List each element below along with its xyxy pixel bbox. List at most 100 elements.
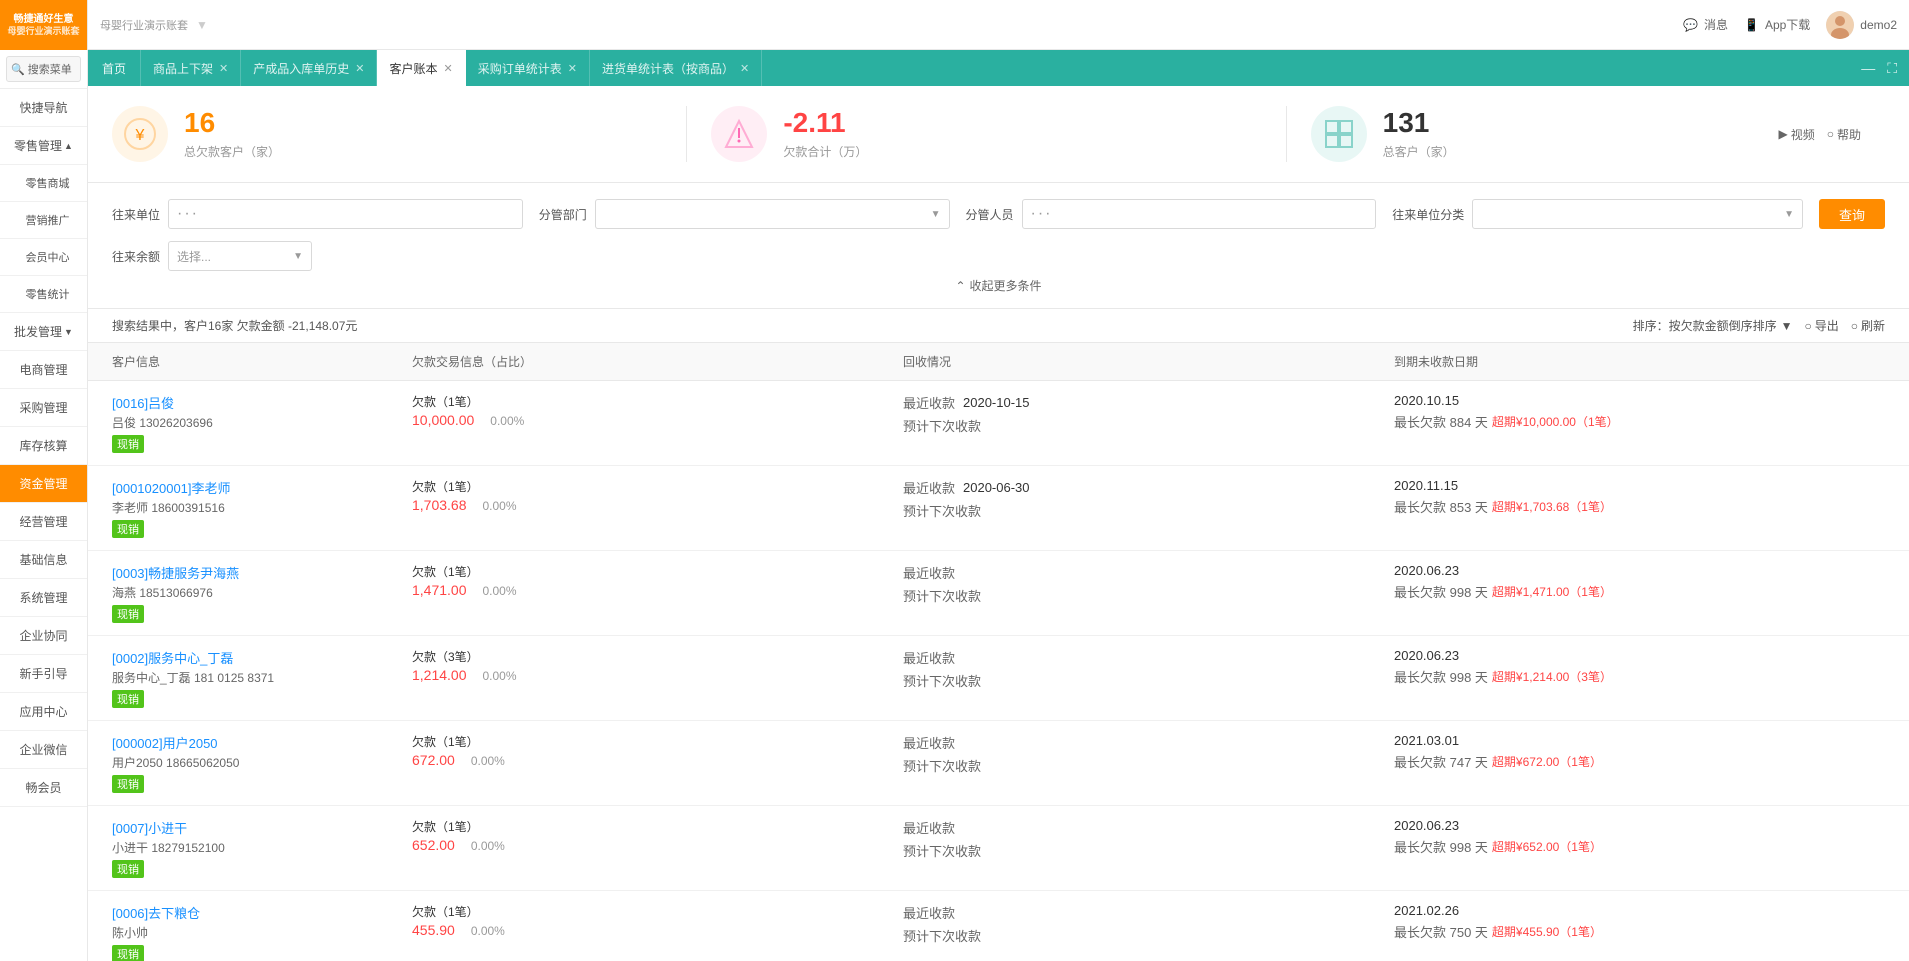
tab-close-products[interactable]: ✕ (219, 62, 228, 75)
overdue-link[interactable]: 超期¥672.00（1笔） (1492, 753, 1602, 770)
tab-inbound[interactable]: 产成品入库单历史 ✕ (241, 50, 377, 86)
tab-close-inbound-stats[interactable]: ✕ (740, 62, 749, 75)
debt-info-cell: 欠款（1笔） 10,000.00 0.00% (412, 393, 903, 428)
chevron-down-icon: ▼ (1781, 319, 1793, 333)
sidebar-item-wholesale-mgmt[interactable]: 批发管理 ▼ (0, 313, 87, 351)
customer-name[interactable]: [0003]畅捷服务尹海燕 (112, 563, 412, 582)
sidebar-item-operations[interactable]: 经营管理 (0, 503, 87, 541)
col-overdue-date: 到期未收款日期 (1394, 353, 1885, 370)
customer-tag: 现销 (112, 520, 144, 538)
sort-selector[interactable]: 排序：按欠款金额倒序排序 ▼ (1633, 317, 1793, 334)
customer-name[interactable]: [0007]小进干 (112, 818, 412, 837)
overdue-link[interactable]: 超期¥455.90（1笔） (1492, 923, 1602, 940)
overdue-link[interactable]: 超期¥1,703.68（1笔） (1492, 498, 1612, 515)
payment-info-cell: 最近收款 预计下次收款 (903, 563, 1394, 605)
balance-select[interactable]: 选择... ▼ (168, 241, 312, 271)
overdue-link[interactable]: 超期¥10,000.00（1笔） (1492, 413, 1619, 430)
tab-close-inbound[interactable]: ✕ (355, 62, 364, 75)
chevron-down-icon: ▼ (293, 251, 303, 262)
chevron-down-icon: ▼ (931, 209, 941, 220)
tab-expand-btn[interactable]: ⛶ (1883, 58, 1901, 79)
help-btn[interactable]: ○ 帮助 (1827, 126, 1861, 143)
payment-info-cell: 最近收款 预计下次收款 (903, 903, 1394, 945)
search-menu-button[interactable]: 🔍 搜索菜单 (6, 56, 81, 82)
tab-close-customer-ledger[interactable]: ✕ (444, 62, 453, 75)
sidebar-item-marketing[interactable]: 营销推广 (0, 202, 87, 239)
debt-ratio: 0.00% (490, 414, 524, 428)
sidebar-item-basic-info[interactable]: 基础信息 (0, 541, 87, 579)
debt-total: -2.11 (783, 108, 867, 139)
customer-tag: 现销 (112, 860, 144, 878)
sidebar-item-quick-nav[interactable]: 快捷导航 (0, 89, 87, 127)
customer-name[interactable]: [000002]用户2050 (112, 733, 412, 752)
debt-amount: 10,000.00 (412, 412, 474, 428)
tab-purchase-stats[interactable]: 采购订单统计表 ✕ (466, 50, 590, 86)
app-download-btn[interactable]: 📱 App下载 (1744, 16, 1810, 33)
dept-select[interactable]: ▼ (595, 199, 950, 229)
filter-category: 往来单位分类 ▼ (1392, 199, 1803, 229)
customer-name[interactable]: [0016]吕俊 (112, 393, 412, 412)
tab-close-purchase-stats[interactable]: ✕ (568, 62, 577, 75)
video-btn[interactable]: ▶ 视频 (1778, 126, 1814, 143)
overdue-link[interactable]: 超期¥1,214.00（3笔） (1492, 668, 1612, 685)
export-btn[interactable]: ○ 导出 (1804, 317, 1838, 334)
topbar-right: 💬 消息 📱 App下载 demo2 (1683, 11, 1897, 39)
tab-products[interactable]: 商品上下架 ✕ (141, 50, 241, 86)
overdue-info-cell: 2020.10.15 最长欠款 884 天 超期¥10,000.00（1笔） (1394, 393, 1885, 431)
sidebar-item-guide[interactable]: 新手引导 (0, 655, 87, 693)
filter-toggle-btn[interactable]: ⌃ 收起更多条件 (112, 271, 1885, 300)
refresh-btn[interactable]: ○ 刷新 (1851, 317, 1885, 334)
sidebar-item-app-center[interactable]: 应用中心 (0, 693, 87, 731)
sidebar-item-member-club[interactable]: 畅会员 (0, 769, 87, 807)
customer-sub: 用户2050 18665062050 (112, 754, 412, 771)
debt-info-cell: 欠款（1笔） 1,471.00 0.00% (412, 563, 903, 598)
person-input[interactable]: ··· (1022, 199, 1377, 229)
tab-inbound-stats[interactable]: 进货单统计表（按商品） ✕ (590, 50, 762, 86)
sidebar-item-retail-mall[interactable]: 零售商城 (0, 165, 87, 202)
customer-name[interactable]: [0006]去下粮仓 (112, 903, 412, 922)
sort-label: 排序：按欠款金额倒序排序 (1633, 317, 1777, 334)
sidebar-item-collaboration[interactable]: 企业协同 (0, 617, 87, 655)
topbar-left: 母婴行业演示账套 ▼ (100, 17, 208, 33)
tab-home[interactable]: 首页 (88, 50, 141, 86)
stat-card-total-customers: 131 总客户（家） ▶ 视频 ○ 帮助 (1287, 106, 1885, 162)
sidebar-item-members[interactable]: 会员中心 (0, 239, 87, 276)
page-content: ¥ 16 总欠款客户（家） -2.11 欠款合计（万） (88, 86, 1909, 961)
partner-input[interactable]: ··· (168, 199, 523, 229)
mobile-icon: 📱 (1744, 18, 1759, 32)
stat-card-debt-total: -2.11 欠款合计（万） (687, 106, 1286, 162)
customer-name[interactable]: [0001020001]李老师 (112, 478, 412, 497)
tab-customer-ledger[interactable]: 客户账本 ✕ (377, 50, 465, 86)
total-customers-count: 131 (1383, 108, 1455, 139)
sidebar-item-enterprise-wechat[interactable]: 企业微信 (0, 731, 87, 769)
customer-info-cell: [0003]畅捷服务尹海燕 海燕 18513066976 现销 (112, 563, 412, 623)
main-content: 母婴行业演示账套 ▼ 💬 消息 📱 App下载 demo2 首页 (88, 0, 1909, 961)
overdue-link[interactable]: 超期¥652.00（1笔） (1492, 838, 1602, 855)
table-header: 客户信息 欠款交易信息（占比） 回收情况 到期未收款日期 (88, 343, 1909, 381)
sidebar-item-retail-stats[interactable]: 零售统计 (0, 276, 87, 313)
sidebar-item-system[interactable]: 系统管理 (0, 579, 87, 617)
sidebar-item-inventory[interactable]: 库存核算 (0, 427, 87, 465)
sidebar-item-finance[interactable]: 资金管理 (0, 465, 87, 503)
query-button[interactable]: 查询 (1819, 199, 1885, 229)
debt-icon (711, 106, 767, 162)
customer-info-cell: [0002]服务中心_丁磊 服务中心_丁磊 181 0125 8371 现销 (112, 648, 412, 708)
video-icon: ▶ (1778, 127, 1787, 141)
sidebar-item-ecommerce[interactable]: 电商管理 (0, 351, 87, 389)
customer-info-cell: [000002]用户2050 用户2050 18665062050 现销 (112, 733, 412, 793)
debt-info-cell: 欠款（1笔） 455.90 0.00% (412, 903, 903, 938)
overdue-link[interactable]: 超期¥1,471.00（1笔） (1492, 583, 1612, 600)
avatar (1826, 11, 1854, 39)
tab-collapse-btn[interactable]: — (1857, 58, 1879, 78)
overdue-info-cell: 2020.11.15 最长欠款 853 天 超期¥1,703.68（1笔） (1394, 478, 1885, 516)
user-menu[interactable]: demo2 (1826, 11, 1897, 39)
total-customers-label: 总客户（家） (1383, 143, 1455, 160)
debt-label: 欠款合计（万） (783, 143, 867, 160)
customer-name[interactable]: [0002]服务中心_丁磊 (112, 648, 412, 667)
message-btn[interactable]: 💬 消息 (1683, 16, 1728, 33)
sidebar-item-retail-mgmt[interactable]: 零售管理 ▲ (0, 127, 87, 165)
svg-text:¥: ¥ (135, 127, 145, 144)
stat-card-debtors: ¥ 16 总欠款客户（家） (112, 106, 687, 162)
category-select[interactable]: ▼ (1472, 199, 1803, 229)
sidebar-item-purchase[interactable]: 采购管理 (0, 389, 87, 427)
